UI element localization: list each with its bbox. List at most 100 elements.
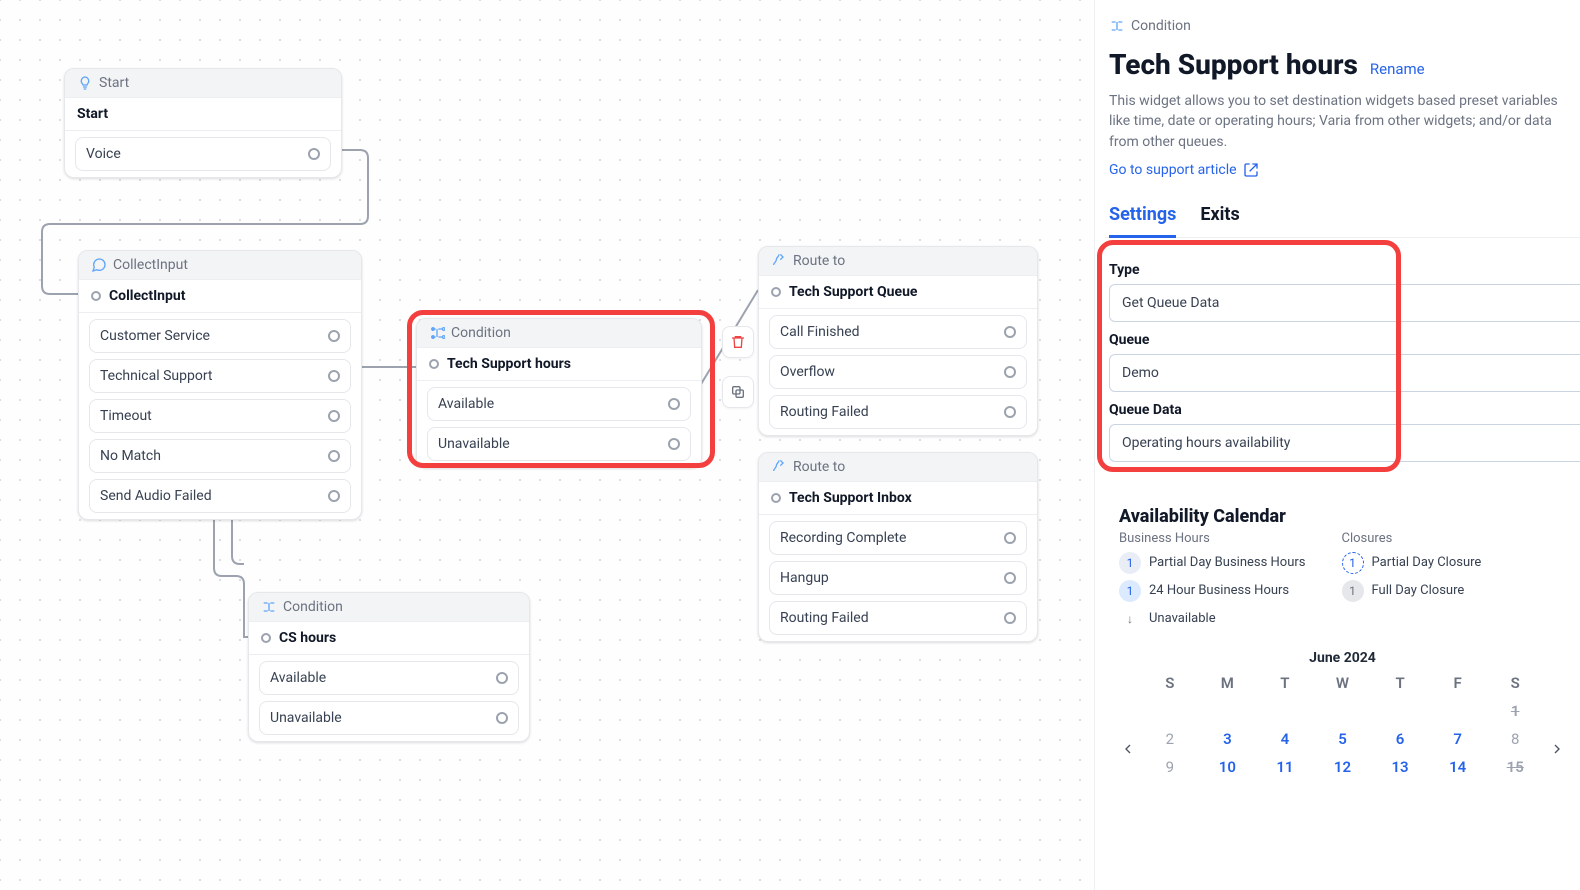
node-condition-tech[interactable]: Condition Tech Support hours Available U… <box>416 318 702 468</box>
node-exit[interactable]: Routing Failed <box>769 601 1027 635</box>
tabs: Settings Exits <box>1105 200 1580 238</box>
node-header: Route to <box>759 247 1037 276</box>
type-label: Type <box>1109 262 1580 278</box>
rename-link[interactable]: Rename <box>1370 60 1425 78</box>
queue-label: Queue <box>1109 332 1580 348</box>
calendar-dow: F <box>1431 674 1485 692</box>
node-header: Condition <box>417 319 701 348</box>
calendar-prev-button[interactable] <box>1117 738 1139 760</box>
input-port[interactable] <box>771 493 781 503</box>
tab-exits[interactable]: Exits <box>1200 200 1239 237</box>
input-port[interactable] <box>91 291 101 301</box>
output-port[interactable] <box>1004 326 1016 338</box>
node-exit[interactable]: No Match <box>89 439 351 473</box>
output-port[interactable] <box>1004 572 1016 584</box>
input-port[interactable] <box>429 359 439 369</box>
node-title: Start <box>65 98 341 131</box>
calendar-day[interactable]: 4 <box>1258 730 1312 748</box>
breadcrumb: Condition <box>1105 18 1580 34</box>
calendar-day[interactable]: 2 <box>1143 730 1197 748</box>
calendar-grid: SMTWTFS123456789101112131415 <box>1143 674 1542 776</box>
output-port[interactable] <box>1004 406 1016 418</box>
calendar-dow: M <box>1201 674 1255 692</box>
node-exit[interactable]: Overflow <box>769 355 1027 389</box>
input-port[interactable] <box>771 287 781 297</box>
condition-icon <box>1109 18 1125 34</box>
condition-icon <box>261 599 277 615</box>
calendar-day[interactable]: 13 <box>1373 758 1427 776</box>
calendar-month: June 2024 <box>1119 650 1566 666</box>
inspector-panel: Condition Tech Support hours Rename This… <box>1094 0 1580 890</box>
node-exit[interactable]: Recording Complete <box>769 521 1027 555</box>
copy-button[interactable] <box>722 376 754 408</box>
widget-description: This widget allows you to set destinatio… <box>1105 91 1580 152</box>
node-exit[interactable]: Customer Service <box>89 319 351 353</box>
node-start[interactable]: Start Start Voice <box>64 68 342 178</box>
node-exit-voice[interactable]: Voice <box>75 137 331 171</box>
node-exit[interactable]: Send Audio Failed <box>89 479 351 513</box>
calendar-day[interactable]: 12 <box>1316 758 1370 776</box>
node-exit[interactable]: Routing Failed <box>769 395 1027 429</box>
node-exit[interactable]: Hangup <box>769 561 1027 595</box>
output-port[interactable] <box>1004 612 1016 624</box>
input-port[interactable] <box>261 633 271 643</box>
output-port[interactable] <box>668 398 680 410</box>
output-port[interactable] <box>328 370 340 382</box>
calendar-day[interactable]: 15 <box>1488 758 1542 776</box>
calendar-next-button[interactable] <box>1546 738 1568 760</box>
node-title: Tech Support Inbox <box>759 482 1037 515</box>
legend-item: 1Full Day Closure <box>1342 580 1482 602</box>
node-title: CollectInput <box>79 280 361 313</box>
calendar-day[interactable]: 11 <box>1258 758 1312 776</box>
output-port[interactable] <box>308 148 320 160</box>
queue-data-label: Queue Data <box>1109 402 1580 418</box>
output-port[interactable] <box>1004 366 1016 378</box>
calendar-day[interactable]: 3 <box>1201 730 1255 748</box>
output-port[interactable] <box>328 330 340 342</box>
node-exit[interactable]: Timeout <box>89 399 351 433</box>
calendar-day[interactable]: 10 <box>1201 758 1255 776</box>
node-exit[interactable]: Available <box>427 387 691 421</box>
node-exit[interactable]: Unavailable <box>427 427 691 461</box>
node-header: CollectInput <box>79 251 361 280</box>
calendar-day[interactable]: 14 <box>1431 758 1485 776</box>
route-icon <box>771 253 787 269</box>
output-port[interactable] <box>328 450 340 462</box>
node-route-queue[interactable]: Route to Tech Support Queue Call Finishe… <box>758 246 1038 436</box>
node-exit[interactable]: Technical Support <box>89 359 351 393</box>
calendar-day[interactable]: 7 <box>1431 730 1485 748</box>
flow-canvas[interactable]: Start Start Voice CollectInput CollectIn… <box>0 0 1094 890</box>
node-route-inbox[interactable]: Route to Tech Support Inbox Recording Co… <box>758 452 1038 642</box>
tab-settings[interactable]: Settings <box>1109 200 1176 238</box>
queue-select[interactable]: Demo <box>1109 354 1580 392</box>
calendar-day[interactable]: 8 <box>1488 730 1542 748</box>
node-collect-input[interactable]: CollectInput CollectInput Customer Servi… <box>78 250 362 520</box>
chat-icon <box>91 257 107 273</box>
route-icon <box>771 459 787 475</box>
output-port[interactable] <box>496 712 508 724</box>
type-select[interactable]: Get Queue Data <box>1109 284 1580 322</box>
calendar-dow: S <box>1488 674 1542 692</box>
calendar-day[interactable]: 1 <box>1488 702 1542 720</box>
delete-button[interactable] <box>722 326 754 358</box>
external-link-icon <box>1243 162 1259 178</box>
queue-data-select[interactable]: Operating hours availability <box>1109 424 1580 462</box>
output-port[interactable] <box>328 410 340 422</box>
calendar-day[interactable]: 6 <box>1373 730 1427 748</box>
calendar-day[interactable]: 9 <box>1143 758 1197 776</box>
node-title: CS hours <box>249 622 529 655</box>
node-exit[interactable]: Available <box>259 661 519 695</box>
output-port[interactable] <box>328 490 340 502</box>
legend-item: ↓Unavailable <box>1119 608 1306 630</box>
node-condition-cs[interactable]: Condition CS hours Available Unavailable <box>248 592 530 742</box>
output-port[interactable] <box>496 672 508 684</box>
calendar-day[interactable]: 5 <box>1316 730 1370 748</box>
lightbulb-icon <box>77 75 93 91</box>
output-port[interactable] <box>668 438 680 450</box>
support-article-link[interactable]: Go to support article <box>1105 162 1259 178</box>
node-exit[interactable]: Call Finished <box>769 315 1027 349</box>
calendar-dow: T <box>1258 674 1312 692</box>
node-exit[interactable]: Unavailable <box>259 701 519 735</box>
output-port[interactable] <box>1004 532 1016 544</box>
calendar-dow: T <box>1373 674 1427 692</box>
